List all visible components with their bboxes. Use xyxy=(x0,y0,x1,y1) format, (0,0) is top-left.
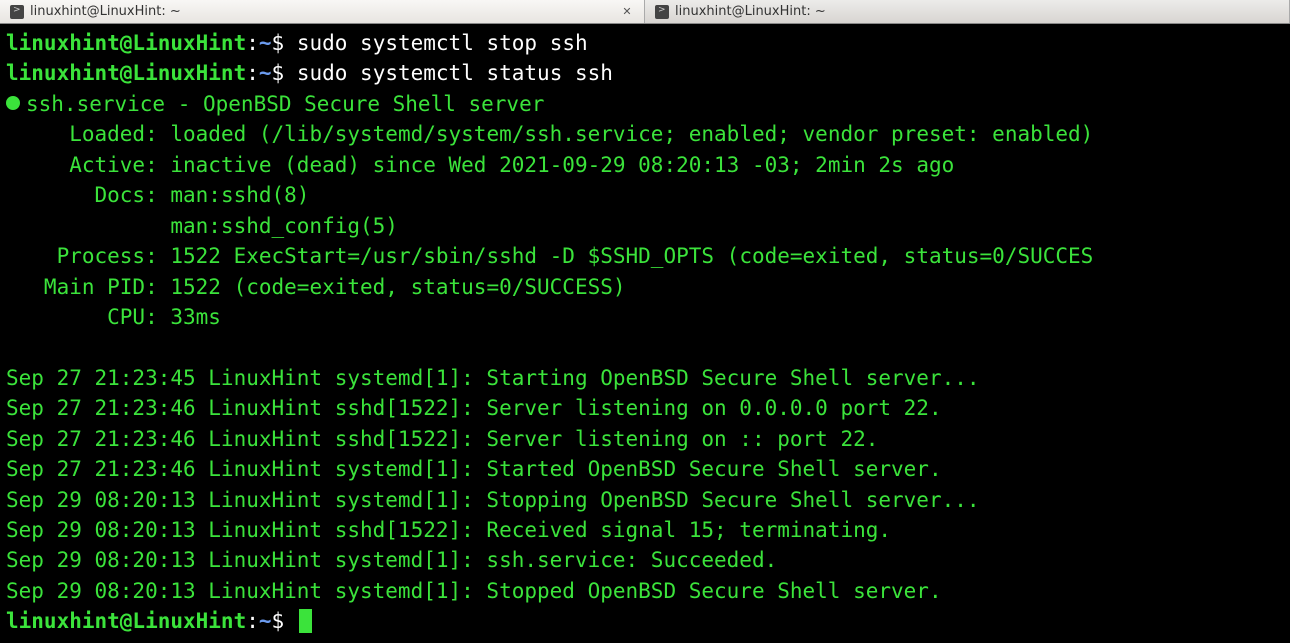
status-docs-line: Docs: man:sshd(8) xyxy=(6,180,1284,210)
status-value: man:sshd(8) xyxy=(170,183,309,207)
terminal-output[interactable]: linuxhint@LinuxHint:~$ sudo systemctl st… xyxy=(0,24,1290,643)
status-label: CPU: xyxy=(6,305,170,329)
status-cpu-line: CPU: 33ms xyxy=(6,302,1284,332)
prompt-userhost: linuxhint@LinuxHint xyxy=(6,609,246,633)
terminal-icon xyxy=(655,5,669,19)
log-line: Sep 27 21:23:45 LinuxHint systemd[1]: St… xyxy=(6,363,1284,393)
status-process-line: Process: 1522 ExecStart=/usr/sbin/sshd -… xyxy=(6,241,1284,271)
log-line: Sep 29 08:20:13 LinuxHint sshd[1522]: Re… xyxy=(6,515,1284,545)
terminal-tabbar: linuxhint@LinuxHint: ~ ✕ linuxhint@Linux… xyxy=(0,0,1290,24)
prompt-userhost: linuxhint@LinuxHint xyxy=(6,31,246,55)
log-line: Sep 27 21:23:46 LinuxHint sshd[1522]: Se… xyxy=(6,424,1284,454)
log-line: Sep 27 21:23:46 LinuxHint sshd[1522]: Se… xyxy=(6,393,1284,423)
status-value: 33ms xyxy=(170,305,221,329)
prompt-dollar: $ xyxy=(272,609,285,633)
status-loaded-line: Loaded: loaded (/lib/systemd/system/ssh.… xyxy=(6,119,1284,149)
tab-title: linuxhint@LinuxHint: ~ xyxy=(675,4,1279,19)
blank-line xyxy=(6,332,1284,362)
status-label: Docs: xyxy=(6,183,170,207)
prompt-path: ~ xyxy=(259,61,272,85)
log-line: Sep 27 21:23:46 LinuxHint systemd[1]: St… xyxy=(6,454,1284,484)
prompt-path: ~ xyxy=(259,31,272,55)
prompt-dollar: $ xyxy=(272,61,285,85)
status-value: 1522 ExecStart=/usr/sbin/sshd -D $SSHD_O… xyxy=(170,244,1093,268)
status-value: loaded (/lib/systemd/system/ssh.service;… xyxy=(170,122,1093,146)
status-value: inactive (dead) since Wed 2021-09-29 08:… xyxy=(170,153,954,177)
status-label: Process: xyxy=(6,244,170,268)
command-text: sudo systemctl status ssh xyxy=(297,61,613,85)
prompt-path: ~ xyxy=(259,609,272,633)
prompt-line-current: linuxhint@LinuxHint:~$ xyxy=(6,606,1284,636)
prompt-sep: : xyxy=(246,31,259,55)
prompt-line: linuxhint@LinuxHint:~$ sudo systemctl st… xyxy=(6,28,1284,58)
status-mainpid-line: Main PID: 1522 (code=exited, status=0/SU… xyxy=(6,272,1284,302)
status-value: 1522 (code=exited, status=0/SUCCESS) xyxy=(170,275,625,299)
status-service-line: ssh.service - OpenBSD Secure Shell serve… xyxy=(6,89,1284,119)
command-text: sudo systemctl stop ssh xyxy=(297,31,588,55)
service-name: ssh.service - OpenBSD Secure Shell serve… xyxy=(26,92,544,116)
tab-title: linuxhint@LinuxHint: ~ xyxy=(30,4,614,19)
terminal-tab-1[interactable]: linuxhint@LinuxHint: ~ ✕ xyxy=(0,0,645,23)
close-icon[interactable]: ✕ xyxy=(620,5,634,19)
log-line: Sep 29 08:20:13 LinuxHint systemd[1]: ss… xyxy=(6,545,1284,575)
log-line: Sep 29 08:20:13 LinuxHint systemd[1]: St… xyxy=(6,485,1284,515)
terminal-icon xyxy=(10,5,24,19)
prompt-userhost: linuxhint@LinuxHint xyxy=(6,61,246,85)
status-docs-line-2: man:sshd_config(5) xyxy=(6,211,1284,241)
prompt-sep: : xyxy=(246,609,259,633)
prompt-sep: : xyxy=(246,61,259,85)
status-label: Active: xyxy=(6,153,170,177)
cursor-icon xyxy=(299,609,312,633)
status-active-line: Active: inactive (dead) since Wed 2021-0… xyxy=(6,150,1284,180)
status-label: Main PID: xyxy=(6,275,170,299)
log-line: Sep 29 08:20:13 LinuxHint systemd[1]: St… xyxy=(6,576,1284,606)
status-label: Loaded: xyxy=(6,122,170,146)
prompt-line: linuxhint@LinuxHint:~$ sudo systemctl st… xyxy=(6,58,1284,88)
terminal-tab-2[interactable]: linuxhint@LinuxHint: ~ xyxy=(645,0,1290,23)
status-dot-icon xyxy=(6,96,20,110)
prompt-dollar: $ xyxy=(272,31,285,55)
